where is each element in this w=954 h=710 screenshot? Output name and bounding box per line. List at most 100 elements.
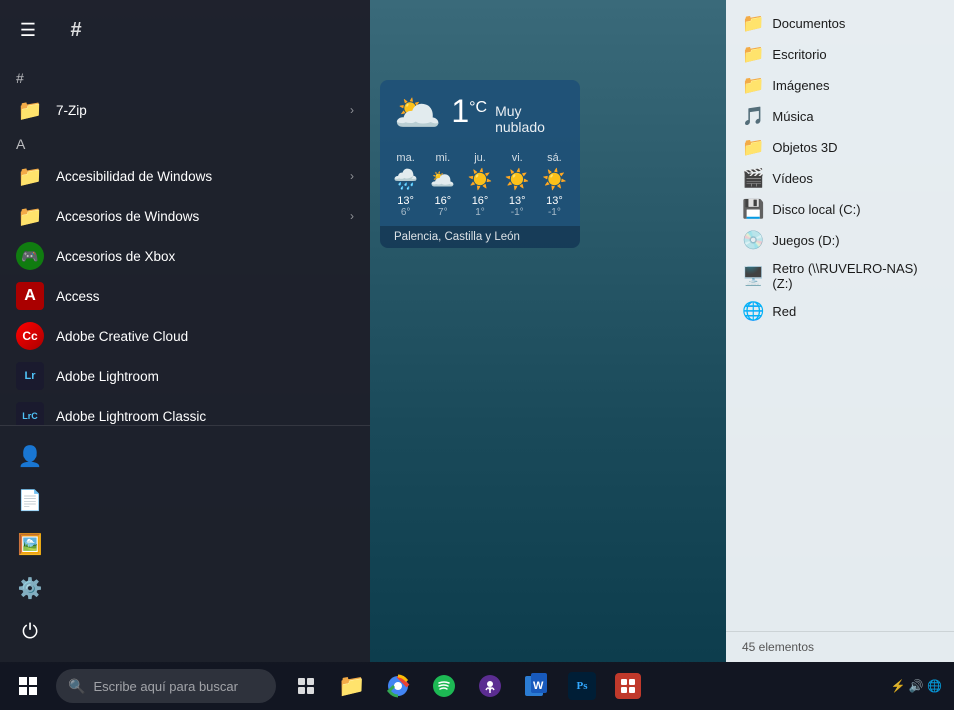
taskbar-time: ⚡ 🔊 🌐 [891, 679, 943, 693]
chevron-icon: › [350, 103, 354, 117]
sidebar-photos[interactable]: 🖼️ [0, 522, 370, 566]
file-item-videos[interactable]: 🎬Vídeos [726, 163, 954, 194]
weather-description: Muy nublado [495, 103, 566, 135]
sidebar-power[interactable]: ⏻ [0, 610, 370, 654]
forecast-temps: 16° 7° [434, 195, 451, 218]
menu-item-xbox[interactable]: 🎮 Accesorios de Xbox [0, 236, 370, 276]
menu-item-label: 7-Zip [56, 103, 87, 118]
file-item-red[interactable]: 🌐Red [726, 296, 954, 327]
forecast-icon: ☀️ [505, 167, 530, 192]
menu-item-lightroom[interactable]: LrAdobe Lightroom [0, 356, 370, 396]
folder-icon: 📁 [16, 202, 44, 230]
forecast-ma.: ma. 🌧️ 13° 6° [388, 152, 423, 218]
cc-icon: Cc [16, 322, 44, 350]
hamburger-button[interactable]: ☰ [8, 10, 48, 50]
user-icon: 👤 [16, 442, 44, 470]
objetos3d-label: Objetos 3D [772, 140, 837, 155]
sidebar-bottom: 👤 📄 🖼️ ⚙️ ⏻ [0, 425, 370, 662]
forecast-day-label: mi. [435, 152, 450, 164]
forecast-low: 6° [401, 207, 411, 218]
lrc-icon: LrC [16, 402, 44, 425]
forecast-icon: ☀️ [468, 167, 493, 192]
menu-item-access[interactable]: A Access [0, 276, 370, 316]
chevron-icon: › [350, 169, 354, 183]
app8-button[interactable] [606, 664, 650, 708]
menu-item-label: Accesorios de Windows [56, 209, 199, 224]
forecast-icon: ☀️ [542, 167, 567, 192]
menu-item-accesibilidad[interactable]: 📁 Accesibilidad de Windows › [0, 156, 370, 196]
menu-item-lightroom-classic[interactable]: LrC Adobe Lightroom Classic [0, 396, 370, 425]
file-item-musica[interactable]: 🎵Música [726, 101, 954, 132]
menu-item-label: Access [56, 289, 100, 304]
taskview-button[interactable] [284, 664, 328, 708]
forecast-high: 13° [546, 195, 563, 207]
svg-text:W: W [533, 680, 544, 692]
file-item-escritorio[interactable]: 📁Escritorio [726, 39, 954, 70]
weather-widget[interactable]: 🌥️ 1 °C Muy nublado ma. 🌧️ 13° 6° mi. 🌥️… [380, 80, 580, 248]
folder-icon: 📁 [16, 162, 44, 190]
chrome-button[interactable] [376, 664, 420, 708]
taskbar-icons: 📁 [284, 664, 650, 708]
weather-forecast: ma. 🌧️ 13° 6° mi. 🌥️ 16° 7° ju. ☀️ 16° 1… [380, 144, 580, 226]
musica-label: Música [772, 109, 813, 124]
taskbar-search[interactable]: 🔍 Escribe aquí para buscar [56, 669, 276, 703]
videos-label: Vídeos [772, 171, 812, 186]
file-item-objetos3d[interactable]: 📁Objetos 3D [726, 132, 954, 163]
weather-location: Palencia, Castilla y León [380, 226, 580, 248]
start-menu: ☰ # #📁7-Zip›A📁Accesibilidad de Windows›📁… [0, 0, 370, 662]
section-letter-A: A [0, 130, 370, 156]
file-count: 45 elementos [726, 631, 954, 662]
windows-logo [19, 677, 37, 695]
disco-local-icon: 💾 [742, 199, 764, 220]
forecast-ju.: ju. ☀️ 16° 1° [462, 152, 497, 218]
imagenes-label: Imágenes [772, 78, 829, 93]
sidebar-docs[interactable]: 📄 [0, 478, 370, 522]
forecast-high: 16° [472, 195, 489, 207]
chevron-icon: › [350, 209, 354, 223]
menu-item-label: Accesorios de Xbox [56, 249, 175, 264]
forecast-temps: 13° -1° [509, 195, 526, 218]
file-item-documentos[interactable]: 📁Documentos [726, 8, 954, 39]
xbox-icon: 🎮 [16, 242, 44, 270]
forecast-temps: 16° 1° [472, 195, 489, 218]
start-menu-top: ☰ # [0, 0, 370, 60]
forecast-icon: 🌧️ [393, 167, 418, 192]
access-icon: A [16, 282, 44, 310]
lr-icon: Lr [16, 362, 44, 390]
forecast-low: 7° [438, 207, 448, 218]
spotify-button[interactable] [422, 664, 466, 708]
sidebar-settings[interactable]: ⚙️ [0, 566, 370, 610]
menu-item-label: Adobe Lightroom Classic [56, 409, 206, 424]
section-letter-#: # [0, 64, 370, 90]
disco-local-label: Disco local (C:) [772, 202, 860, 217]
file-item-disco-local[interactable]: 💾 Disco local (C:) [726, 194, 954, 225]
file-item-retro[interactable]: 🖥️ Retro (\\RUVELRO-NAS) (Z:) [726, 256, 954, 296]
forecast-temps: 13° 6° [397, 195, 414, 218]
file-item-juegos[interactable]: 💿Juegos (D:) [726, 225, 954, 256]
sidebar-user[interactable]: 👤 [0, 434, 370, 478]
forecast-day-label: sá. [547, 152, 562, 164]
photoshop-taskbar-button[interactable]: Ps [560, 664, 604, 708]
retro-label: Retro (\\RUVELRO-NAS) (Z:) [772, 261, 938, 291]
settings-icon: ⚙️ [16, 574, 44, 602]
word-button[interactable]: W [514, 664, 558, 708]
podcast-button[interactable] [468, 664, 512, 708]
retro-icon: 🖥️ [742, 266, 764, 287]
folder-icon: 📁 [16, 96, 44, 124]
search-placeholder: Escribe aquí para buscar [93, 679, 238, 694]
start-button[interactable] [4, 662, 52, 710]
weather-unit: °C [469, 99, 487, 117]
menu-item-label: Accesibilidad de Windows [56, 169, 212, 184]
menu-item-creative-cloud[interactable]: CcAdobe Creative Cloud [0, 316, 370, 356]
forecast-sá.: sá. ☀️ 13° -1° [537, 152, 572, 218]
menu-item-7zip[interactable]: 📁 7-Zip › [0, 90, 370, 130]
hash-button[interactable]: # [56, 10, 96, 50]
menu-item-accesorios[interactable]: 📁 Accesorios de Windows › [0, 196, 370, 236]
forecast-day-label: ju. [474, 152, 486, 164]
forecast-icon: 🌥️ [430, 167, 455, 192]
explorer-button[interactable]: 📁 [330, 664, 374, 708]
file-item-imagenes[interactable]: 📁 Imágenes [726, 70, 954, 101]
search-icon: 🔍 [68, 678, 85, 695]
imagenes-icon: 📁 [742, 75, 764, 96]
forecast-low: 1° [475, 207, 485, 218]
